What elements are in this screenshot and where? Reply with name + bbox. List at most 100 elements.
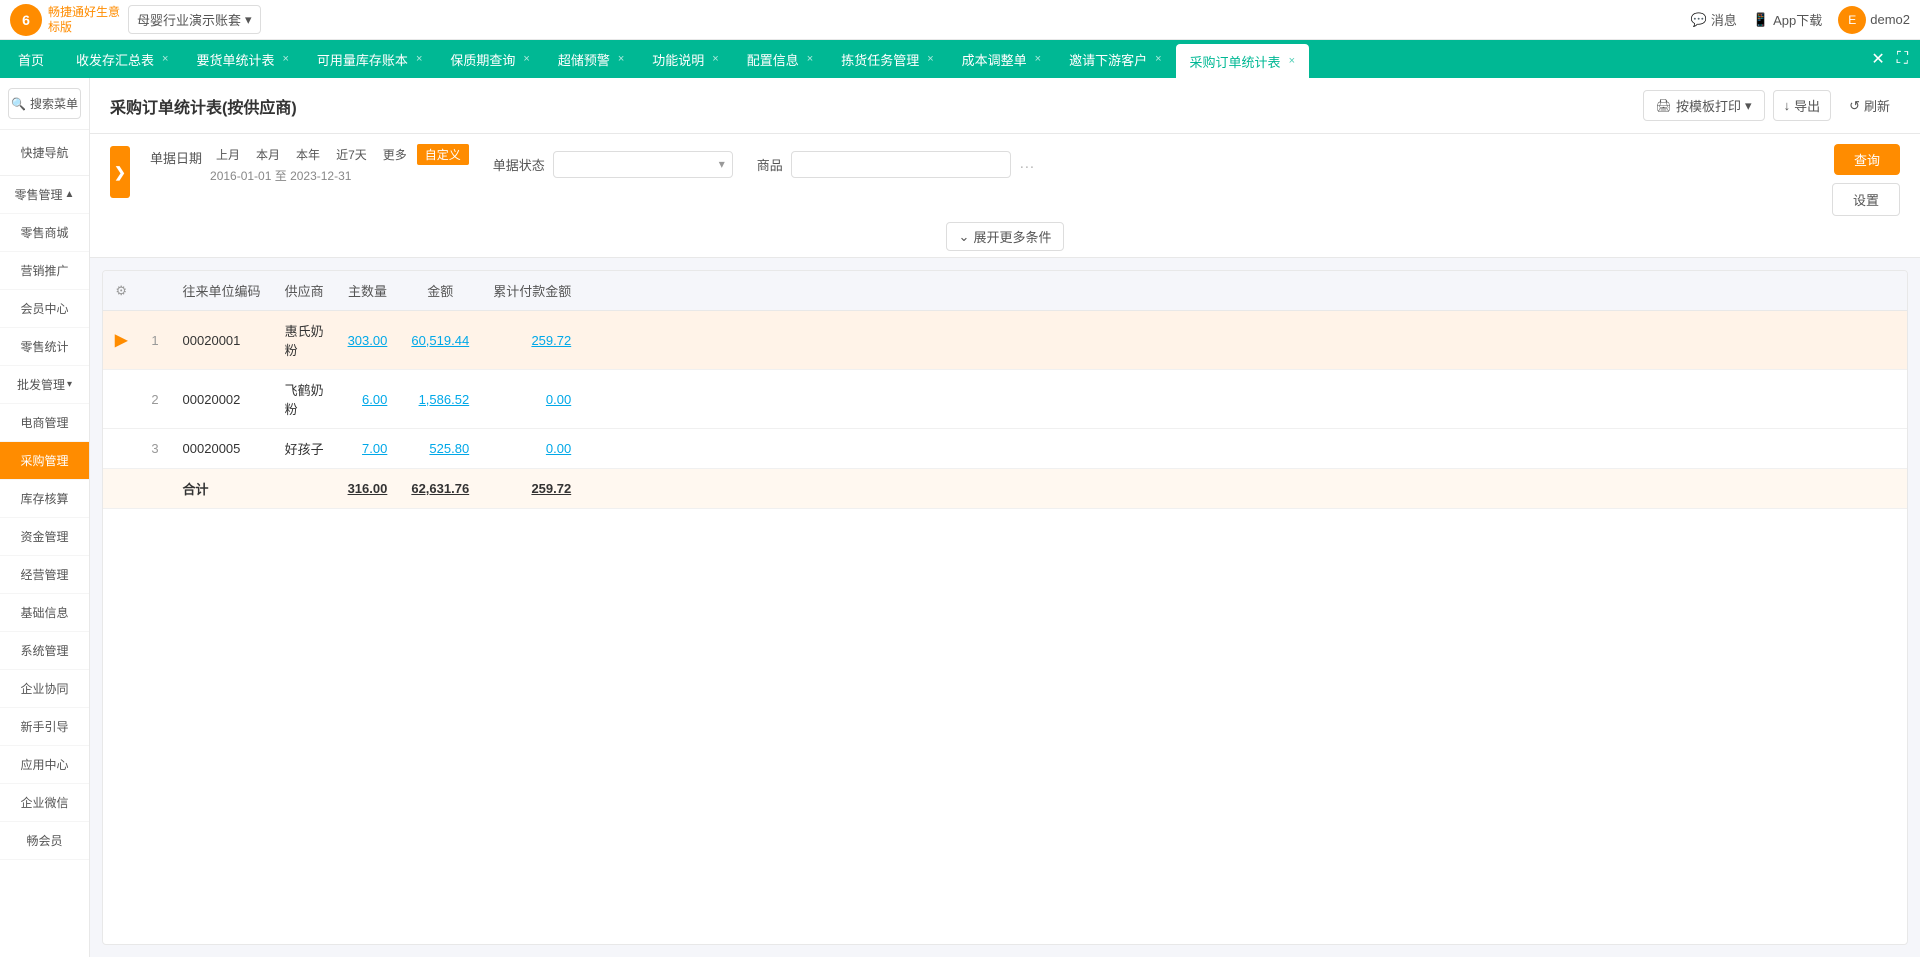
- tab-pick-task[interactable]: 拣货任务管理 ×: [827, 40, 947, 78]
- table-row[interactable]: ▶ 1 00020001 惠氏奶粉 303.00 60,519.44 259.7…: [103, 311, 1907, 370]
- row-paid-amount[interactable]: 0.00: [481, 429, 583, 469]
- sidebar-item-inventory[interactable]: 库存核算: [0, 480, 89, 518]
- quick-nav-button[interactable]: 快捷导航: [0, 138, 89, 167]
- tab-home[interactable]: 首页: [0, 40, 62, 78]
- export-button[interactable]: ↓ 导出: [1773, 90, 1832, 121]
- filter-settings-button[interactable]: 设置: [1832, 183, 1900, 216]
- row-quantity[interactable]: 7.00: [336, 429, 400, 469]
- goods-more-icon[interactable]: …: [1019, 155, 1035, 173]
- shortcut-more[interactable]: 更多: [377, 144, 413, 165]
- nav-tabs: 首页 收发存汇总表 × 要货单统计表 × 可用量库存账本 × 保质期查询 × 超…: [0, 40, 1920, 78]
- row-expand[interactable]: [103, 370, 139, 429]
- sidebar-item-marketing[interactable]: 营销推广: [0, 252, 89, 290]
- shortcut-this-month[interactable]: 本月: [250, 144, 286, 165]
- custom-date-badge[interactable]: 自定义: [417, 144, 469, 165]
- query-button[interactable]: 查询: [1834, 144, 1900, 175]
- maximize-icon[interactable]: ⛶: [1893, 48, 1912, 70]
- close-icon[interactable]: ×: [416, 53, 422, 65]
- filter-collapse-toggle[interactable]: ❯: [110, 146, 130, 198]
- tab-cost-adjust[interactable]: 成本调整单 ×: [948, 40, 1055, 78]
- query-actions: 查询 设置: [1832, 144, 1900, 216]
- close-icon[interactable]: ×: [1155, 53, 1161, 65]
- chevron-down-icon: ▲: [65, 189, 75, 200]
- tab-warranty-query[interactable]: 保质期查询 ×: [436, 40, 543, 78]
- close-icon[interactable]: ×: [162, 53, 168, 65]
- sidebar-item-finance[interactable]: 资金管理: [0, 518, 89, 556]
- download-icon: 📱: [1753, 12, 1769, 28]
- row-paid-amount[interactable]: 0.00: [481, 370, 583, 429]
- row-paid-amount[interactable]: 259.72: [481, 311, 583, 370]
- row-quantity[interactable]: 6.00: [336, 370, 400, 429]
- footer-amount: 62,631.76: [399, 469, 481, 509]
- filter-area: ❯ 单据日期 上月 本月 本年 近7天: [90, 134, 1920, 258]
- close-icon[interactable]: ×: [712, 53, 718, 65]
- close-icon[interactable]: ×: [618, 53, 624, 65]
- tab-invite-downstream[interactable]: 邀请下游客户 ×: [1055, 40, 1175, 78]
- tab-function-desc[interactable]: 功能说明 ×: [638, 40, 732, 78]
- row-quantity[interactable]: 303.00: [336, 311, 400, 370]
- close-icon[interactable]: ×: [1289, 55, 1295, 67]
- status-select[interactable]: [553, 151, 733, 178]
- close-icon[interactable]: ×: [807, 53, 813, 65]
- sidebar-item-system[interactable]: 系统管理: [0, 632, 89, 670]
- main-layout: 🔍 搜索菜单 快捷导航 零售管理 ▲ 零售商城 营销推广 会员中心 零售统计: [0, 78, 1920, 957]
- close-icon[interactable]: ×: [927, 53, 933, 65]
- avatar: E: [1838, 6, 1866, 34]
- expand-more-button[interactable]: ⌄ 展开更多条件: [946, 222, 1065, 251]
- sidebar-item-basic-info[interactable]: 基础信息: [0, 594, 89, 632]
- expand-more-area: ⌄ 展开更多条件: [110, 216, 1900, 257]
- row-index: 3: [139, 429, 170, 469]
- table-row[interactable]: 3 00020005 好孩子 7.00 525.80 0.00: [103, 429, 1907, 469]
- sidebar-item-retail-management[interactable]: 零售管理 ▲: [0, 176, 89, 214]
- print-button[interactable]: 🖨 按模板打印 ▾: [1643, 90, 1765, 121]
- close-icon[interactable]: ×: [523, 53, 529, 65]
- workspace-selector[interactable]: 母婴行业演示账套 ▾: [128, 5, 261, 34]
- search-menu-button[interactable]: 🔍 搜索菜单: [8, 88, 81, 119]
- sidebar-item-operations[interactable]: 经营管理: [0, 556, 89, 594]
- sidebar-item-enterprise-collab[interactable]: 企业协同: [0, 670, 89, 708]
- shortcut-last-month[interactable]: 上月: [210, 144, 246, 165]
- col-paid-amount: 累计付款金额: [481, 271, 583, 311]
- message-button[interactable]: 💬 消息: [1691, 10, 1737, 29]
- close-icon[interactable]: ×: [1035, 53, 1041, 65]
- top-bar-right: 💬 消息 📱 App下载 E demo2: [1691, 6, 1910, 34]
- tab-available-stock[interactable]: 可用量库存账本 ×: [303, 40, 436, 78]
- row-supplier-name: 好孩子: [273, 429, 336, 469]
- close-icon[interactable]: ×: [282, 53, 288, 65]
- settings-icon[interactable]: ⚙: [115, 283, 127, 298]
- sidebar-item-enterprise-wechat[interactable]: 企业微信: [0, 784, 89, 822]
- table-row[interactable]: 2 00020002 飞鹤奶粉 6.00 1,586.52 0.00: [103, 370, 1907, 429]
- sidebar-item-wholesale[interactable]: 批发管理 ▾: [0, 366, 89, 404]
- close-all-tabs-icon[interactable]: ✕: [1867, 47, 1888, 71]
- sidebar-item-vip-member[interactable]: 畅会员: [0, 822, 89, 860]
- row-expand[interactable]: [103, 429, 139, 469]
- sidebar-item-member-center[interactable]: 会员中心: [0, 290, 89, 328]
- sidebar-item-ecommerce[interactable]: 电商管理: [0, 404, 89, 442]
- shortcut-this-year[interactable]: 本年: [290, 144, 326, 165]
- sidebar-item-retail-stats[interactable]: 零售统计: [0, 328, 89, 366]
- row-amount[interactable]: 525.80: [399, 429, 481, 469]
- tab-overstock-warning[interactable]: 超储预警 ×: [544, 40, 638, 78]
- tab-order-summary[interactable]: 要货单统计表 ×: [182, 40, 302, 78]
- sidebar-item-app-center[interactable]: 应用中心: [0, 746, 89, 784]
- message-icon: 💬: [1691, 12, 1707, 28]
- refresh-button[interactable]: ↺ 刷新: [1839, 91, 1900, 120]
- sidebar-item-retail-store[interactable]: 零售商城: [0, 214, 89, 252]
- shortcut-7days[interactable]: 近7天: [330, 144, 373, 165]
- row-amount[interactable]: 60,519.44: [399, 311, 481, 370]
- printer-icon: 🖨: [1656, 98, 1673, 114]
- user-avatar[interactable]: E demo2: [1838, 6, 1910, 34]
- quick-nav-area: 快捷导航: [0, 130, 89, 176]
- sidebar-item-new-guide[interactable]: 新手引导: [0, 708, 89, 746]
- footer-quantity: 316.00: [336, 469, 400, 509]
- row-amount[interactable]: 1,586.52: [399, 370, 481, 429]
- app-download-button[interactable]: 📱 App下载: [1753, 10, 1822, 29]
- row-expand[interactable]: ▶: [103, 311, 139, 370]
- page-header: 采购订单统计表(按供应商) 🖨 按模板打印 ▾ ↓ 导出 ↺ 刷新: [90, 78, 1920, 134]
- tab-purchase-order-summary[interactable]: 采购订单统计表 ×: [1176, 44, 1309, 78]
- tab-config-info[interactable]: 配置信息 ×: [733, 40, 827, 78]
- content-area: 采购订单统计表(按供应商) 🖨 按模板打印 ▾ ↓ 导出 ↺ 刷新: [90, 78, 1920, 957]
- sidebar-item-purchase-management[interactable]: 采购管理: [0, 442, 89, 480]
- goods-input[interactable]: [791, 151, 1011, 178]
- tab-receive-summary[interactable]: 收发存汇总表 ×: [62, 40, 182, 78]
